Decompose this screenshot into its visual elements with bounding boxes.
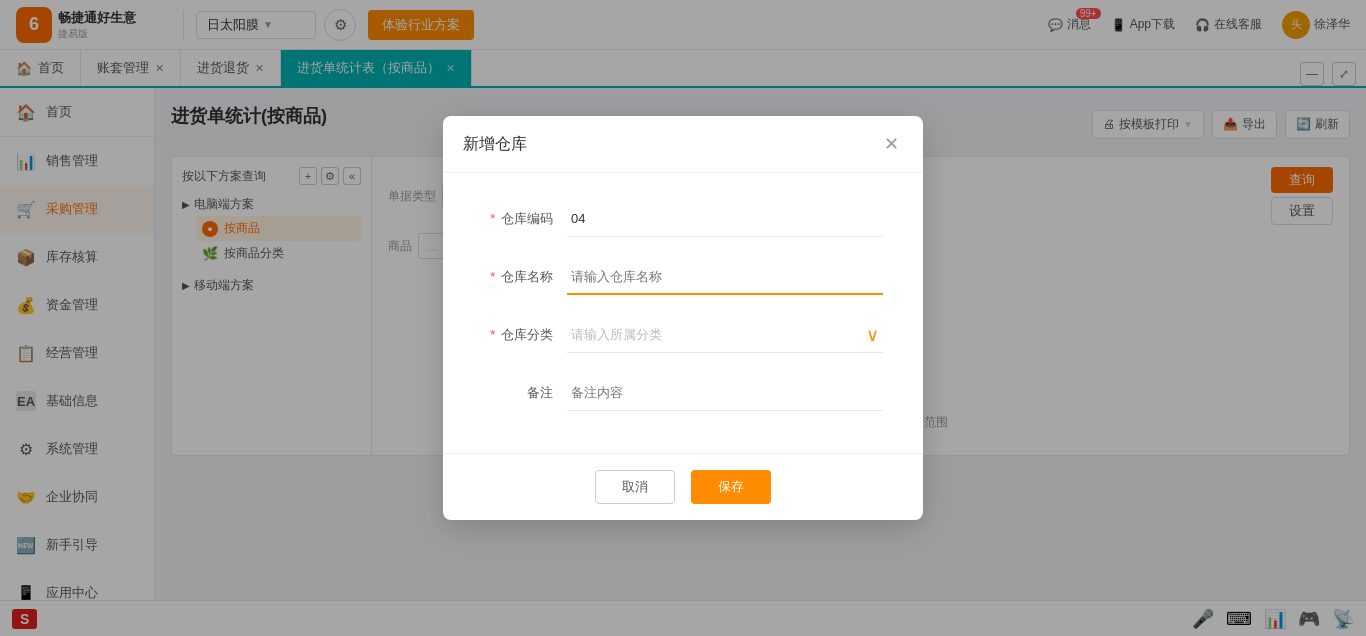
required-star-code: * <box>490 211 495 226</box>
modal-title: 新增仓库 <box>463 134 527 155</box>
required-star-category: * <box>490 327 495 342</box>
modal-body: * 仓库编码 * 仓库名称 * 仓库分类 请输入所属 <box>443 173 923 453</box>
warehouse-note-input[interactable] <box>567 375 883 411</box>
modal-close-button[interactable]: ✕ <box>879 132 903 156</box>
warehouse-name-input[interactable] <box>567 259 883 295</box>
warehouse-code-label: * 仓库编码 <box>483 210 553 228</box>
modal-footer: 取消 保存 <box>443 453 923 520</box>
required-star-name: * <box>490 269 495 284</box>
modal-header: 新增仓库 ✕ <box>443 116 923 173</box>
warehouse-note-row: 备注 <box>483 375 883 411</box>
category-dropdown-icon: ∨ <box>866 324 879 346</box>
warehouse-category-row: * 仓库分类 请输入所属分类 ∨ <box>483 317 883 353</box>
warehouse-category-label: * 仓库分类 <box>483 326 553 344</box>
warehouse-name-label: * 仓库名称 <box>483 268 553 286</box>
warehouse-name-row: * 仓库名称 <box>483 259 883 295</box>
modal-overlay: 新增仓库 ✕ * 仓库编码 * 仓库名称 <box>0 0 1366 636</box>
warehouse-code-row: * 仓库编码 <box>483 201 883 237</box>
warehouse-note-label: 备注 <box>483 384 553 402</box>
save-button[interactable]: 保存 <box>691 470 771 504</box>
warehouse-category-placeholder: 请输入所属分类 <box>571 326 662 344</box>
cancel-button[interactable]: 取消 <box>595 470 675 504</box>
warehouse-code-input[interactable] <box>567 201 883 237</box>
warehouse-category-select[interactable]: 请输入所属分类 ∨ <box>567 317 883 353</box>
add-warehouse-modal: 新增仓库 ✕ * 仓库编码 * 仓库名称 <box>443 116 923 520</box>
